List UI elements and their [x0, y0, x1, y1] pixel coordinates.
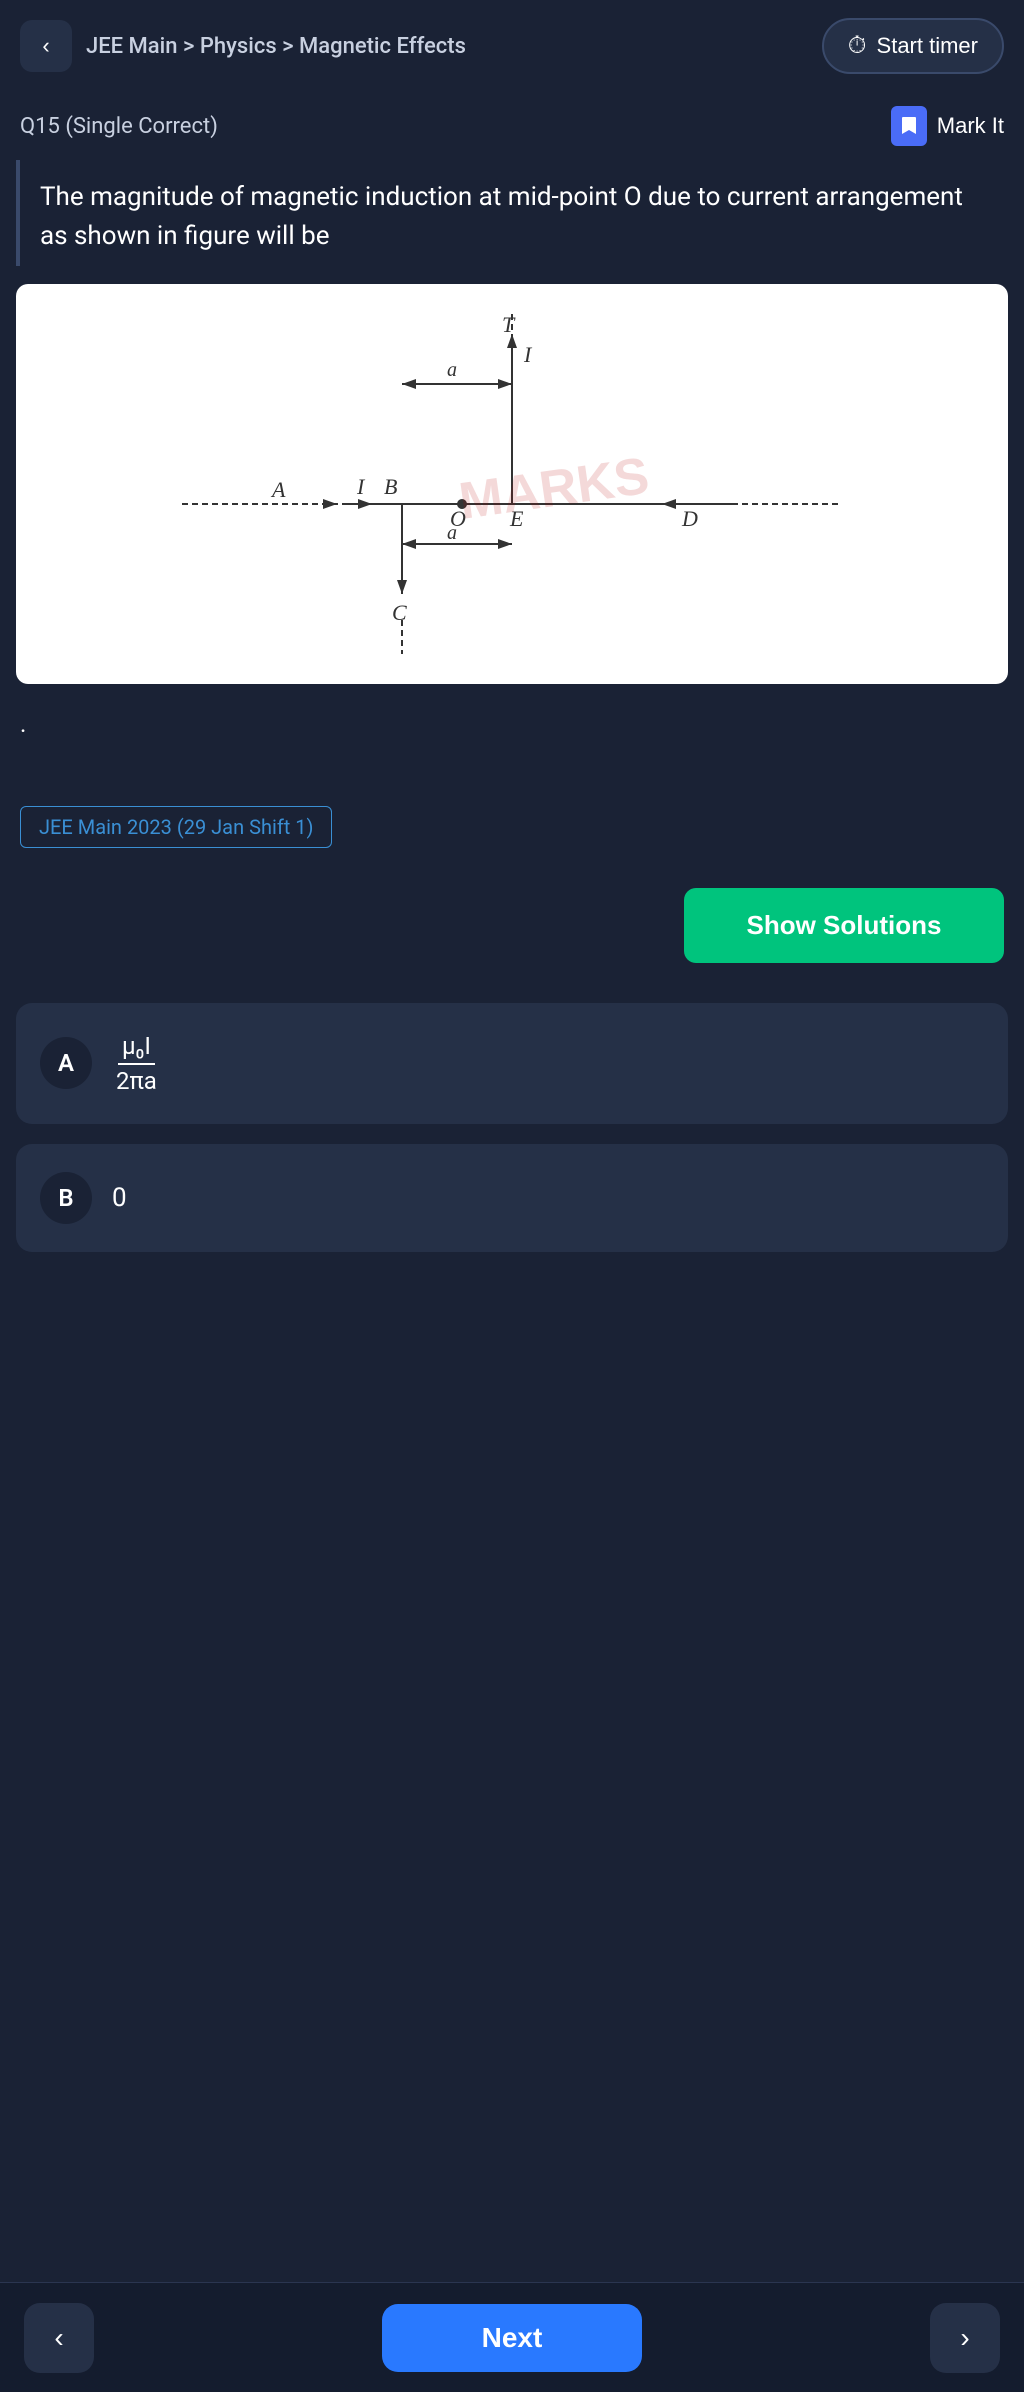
option-a-card[interactable]: A μ₀I 2πa [16, 1003, 1008, 1124]
prev-icon: ‹ [54, 2322, 63, 2354]
option-b-circle: B [40, 1172, 92, 1224]
option-a-circle: A [40, 1037, 92, 1089]
mark-it-label: Mark It [937, 113, 1004, 139]
question-container: The magnitude of magnetic induction at m… [16, 160, 1008, 266]
bottom-spacer [0, 1272, 1024, 1402]
tags-container: JEE Main 2023 (29 Jan Shift 1) [0, 746, 1024, 868]
next-arrow-icon: › [960, 2322, 969, 2354]
svg-text:a: a [447, 359, 457, 381]
svg-text:a: a [447, 522, 457, 544]
next-button[interactable]: Next [382, 2304, 642, 2372]
back-icon: ‹ [42, 33, 49, 59]
fraction-denominator: 2πa [112, 1065, 161, 1096]
exam-tag: JEE Main 2023 (29 Jan Shift 1) [20, 806, 332, 848]
svg-text:C: C [392, 600, 407, 625]
timer-icon: ⏱ [848, 32, 867, 60]
diagram-container: T I a A I B O E [16, 284, 1008, 684]
question-text: The magnitude of magnetic induction at m… [40, 178, 988, 256]
header: ‹ JEE Main > Physics > Magnetic Effects … [0, 0, 1024, 92]
svg-text:T: T [502, 312, 516, 337]
prev-button[interactable]: ‹ [24, 2303, 94, 2373]
option-a-fraction: μ₀I 2πa [112, 1032, 161, 1096]
show-solutions-container: Show Solutions [0, 868, 1024, 983]
option-b-value: 0 [112, 1183, 127, 1213]
show-solutions-button[interactable]: Show Solutions [684, 888, 1004, 963]
breadcrumb: JEE Main > Physics > Magnetic Effects [86, 34, 466, 59]
back-button[interactable]: ‹ [20, 20, 72, 72]
svg-text:A: A [270, 477, 286, 502]
start-timer-button[interactable]: ⏱ Start timer [822, 18, 1004, 74]
option-b-card[interactable]: B 0 [16, 1144, 1008, 1252]
fraction-numerator: μ₀I [118, 1032, 155, 1065]
mark-it-button[interactable]: Mark It [891, 106, 1004, 146]
bottom-navigation: ‹ Next › [0, 2282, 1024, 2392]
dot-separator: . [0, 702, 1024, 746]
option-b-content: 0 [112, 1183, 127, 1213]
options-container: A μ₀I 2πa B 0 [0, 983, 1024, 1272]
bookmark-icon [891, 106, 927, 146]
svg-text:D: D [681, 506, 698, 531]
physics-diagram: T I a A I B O E [172, 304, 852, 664]
question-meta-row: Q15 (Single Correct) Mark It [0, 92, 1024, 160]
next-arrow-button[interactable]: › [930, 2303, 1000, 2373]
timer-label: Start timer [877, 33, 978, 59]
question-label: Q15 (Single Correct) [20, 114, 218, 139]
option-a-content: μ₀I 2πa [112, 1031, 161, 1096]
svg-text:B: B [384, 474, 397, 499]
header-left: ‹ JEE Main > Physics > Magnetic Effects [20, 20, 466, 72]
